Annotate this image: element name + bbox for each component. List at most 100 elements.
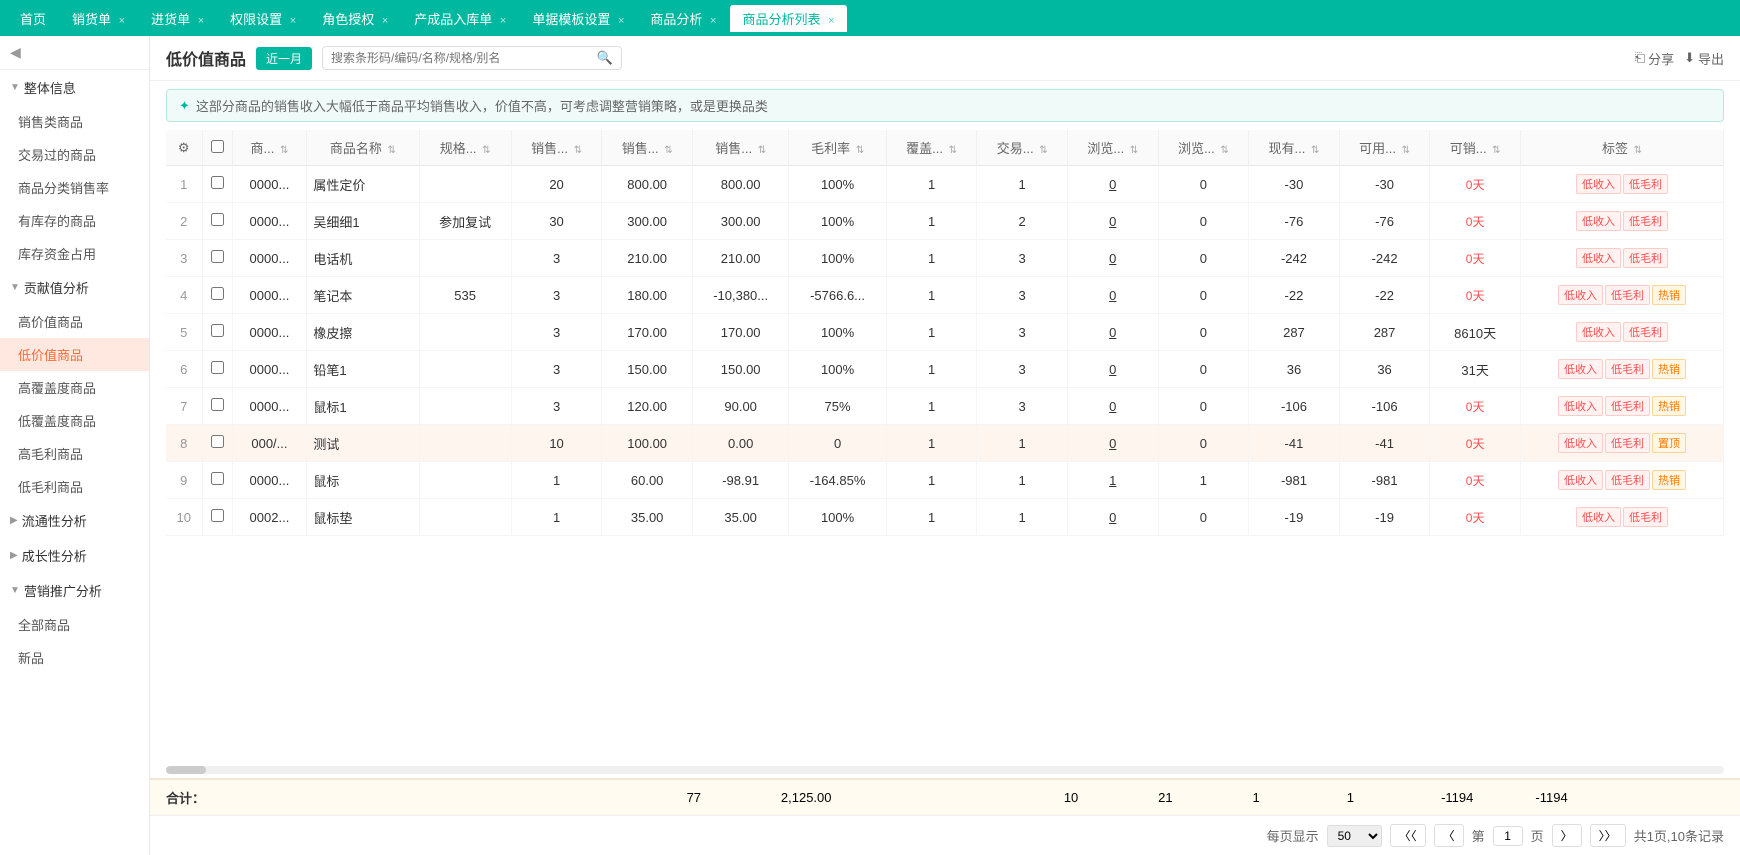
close-icon[interactable]: × — [618, 15, 624, 27]
nav-tab-analysis[interactable]: 商品分析 × — [638, 5, 728, 32]
sidebar-item-new-products[interactable]: 新品 — [0, 641, 149, 674]
nav-tab-permission[interactable]: 权限设置 × — [218, 5, 308, 32]
close-icon[interactable]: × — [119, 15, 125, 27]
sidebar-group-liquidity[interactable]: ▶ 流通性分析 — [0, 503, 149, 538]
sidebar-item-low-margin[interactable]: 低毛利商品 — [0, 470, 149, 503]
sidebar-item-low-coverage[interactable]: 低覆盖度商品 — [0, 404, 149, 437]
cell-name[interactable]: 吴细细1 — [307, 203, 419, 240]
col-tags[interactable]: 标签 ⇅ — [1520, 130, 1723, 166]
cell-views1[interactable]: 1 — [1067, 462, 1158, 499]
close-icon[interactable]: × — [198, 15, 204, 27]
cell-checkbox[interactable] — [202, 277, 232, 314]
col-name[interactable]: 商品名称 ⇅ — [307, 130, 419, 166]
views-link[interactable]: 0 — [1109, 251, 1116, 266]
sidebar-group-overall[interactable]: ▼ 整体信息 — [0, 70, 149, 105]
close-icon[interactable]: × — [382, 15, 388, 27]
sidebar-item-high-coverage[interactable]: 高覆盖度商品 — [0, 371, 149, 404]
select-all-checkbox[interactable] — [211, 140, 224, 153]
views-link[interactable]: 0 — [1109, 288, 1116, 303]
cell-name[interactable]: 电话机 — [307, 240, 419, 277]
cell-views1[interactable]: 0 — [1067, 277, 1158, 314]
cell-checkbox[interactable] — [202, 351, 232, 388]
col-spec[interactable]: 规格... ⇅ — [419, 130, 511, 166]
cell-checkbox[interactable] — [202, 499, 232, 536]
cell-checkbox[interactable] — [202, 314, 232, 351]
row-checkbox[interactable] — [211, 472, 224, 485]
horizontal-scrollbar[interactable] — [166, 766, 1724, 774]
cell-views1[interactable]: 0 — [1067, 314, 1158, 351]
cell-views1[interactable]: 0 — [1067, 388, 1158, 425]
row-checkbox[interactable] — [211, 176, 224, 189]
sidebar-group-contribution[interactable]: ▼ 贡献值分析 — [0, 270, 149, 305]
nav-tab-purchase[interactable]: 进货单 × — [139, 5, 216, 32]
views-link[interactable]: 1 — [1109, 473, 1116, 488]
sidebar-collapse-btn[interactable]: ◀ — [10, 44, 21, 61]
nav-tab-sales[interactable]: 销货单 × — [60, 5, 137, 32]
col-code[interactable]: 商... ⇅ — [232, 130, 307, 166]
scrollbar-thumb[interactable] — [166, 766, 206, 774]
cell-views1[interactable]: 0 — [1067, 499, 1158, 536]
nav-tab-home[interactable]: 首页 — [8, 5, 58, 32]
cell-checkbox[interactable] — [202, 166, 232, 203]
close-icon[interactable]: × — [828, 15, 834, 27]
col-settings[interactable]: ⚙ — [166, 130, 202, 166]
share-button[interactable]: ⎗ 分享 — [1635, 49, 1674, 68]
col-sales-qty[interactable]: 销售... ⇅ — [511, 130, 602, 166]
next-page-button[interactable]: 〉 — [1552, 824, 1582, 847]
cell-views1[interactable]: 0 — [1067, 351, 1158, 388]
last-page-button[interactable]: 〉〉 — [1590, 824, 1626, 847]
cell-name[interactable]: 笔记本 — [307, 277, 419, 314]
row-checkbox[interactable] — [211, 250, 224, 263]
col-margin-rate[interactable]: 毛利率 ⇅ — [789, 130, 886, 166]
search-icon[interactable]: 🔍 — [597, 50, 613, 66]
cell-name[interactable]: 鼠标垫 — [307, 499, 419, 536]
cell-views1[interactable]: 0 — [1067, 203, 1158, 240]
col-views2[interactable]: 浏览... ⇅ — [1158, 130, 1249, 166]
col-sellable[interactable]: 可销... ⇅ — [1430, 130, 1521, 166]
close-icon[interactable]: × — [290, 15, 296, 27]
sidebar-item-all-products[interactable]: 全部商品 — [0, 608, 149, 641]
sidebar-item-high-value[interactable]: 高价值商品 — [0, 305, 149, 338]
cell-name[interactable]: 鼠标 — [307, 462, 419, 499]
views-link[interactable]: 0 — [1109, 436, 1116, 451]
row-checkbox[interactable] — [211, 435, 224, 448]
prev-page-button[interactable]: 〈 — [1434, 824, 1464, 847]
col-views1[interactable]: 浏览... ⇅ — [1067, 130, 1158, 166]
col-trade[interactable]: 交易... ⇅ — [977, 130, 1068, 166]
sidebar-item-traded-products[interactable]: 交易过的商品 — [0, 138, 149, 171]
cell-checkbox[interactable] — [202, 240, 232, 277]
col-sales-amt[interactable]: 销售... ⇅ — [602, 130, 693, 166]
row-checkbox[interactable] — [211, 213, 224, 226]
col-sales-cost[interactable]: 销售... ⇅ — [692, 130, 788, 166]
first-page-button[interactable]: 〈〈 — [1390, 824, 1426, 847]
filter-button[interactable]: 近一月 — [256, 47, 312, 70]
cell-views1[interactable]: 0 — [1067, 166, 1158, 203]
nav-tab-role[interactable]: 角色授权 × — [310, 5, 400, 32]
views-link[interactable]: 0 — [1109, 177, 1116, 192]
nav-tab-template[interactable]: 单据模板设置 × — [520, 5, 636, 32]
cell-name[interactable]: 橡皮擦 — [307, 314, 419, 351]
close-icon[interactable]: × — [500, 15, 506, 27]
search-input[interactable] — [331, 51, 593, 65]
row-checkbox[interactable] — [211, 361, 224, 374]
cell-checkbox[interactable] — [202, 462, 232, 499]
row-checkbox[interactable] — [211, 509, 224, 522]
sidebar-item-category-sales-rate[interactable]: 商品分类销售率 — [0, 171, 149, 204]
col-current-stock[interactable]: 现有... ⇅ — [1249, 130, 1340, 166]
views-link[interactable]: 0 — [1109, 510, 1116, 525]
page-number-input[interactable] — [1493, 826, 1523, 846]
nav-tab-analysis-list[interactable]: 商品分析列表 × — [730, 5, 846, 32]
views-link[interactable]: 0 — [1109, 399, 1116, 414]
cell-checkbox[interactable] — [202, 388, 232, 425]
cell-name[interactable]: 测试 — [307, 425, 419, 462]
export-button[interactable]: ⬇ 导出 — [1684, 49, 1724, 68]
views-link[interactable]: 0 — [1109, 325, 1116, 340]
row-checkbox[interactable] — [211, 324, 224, 337]
close-icon[interactable]: × — [710, 15, 716, 27]
views-link[interactable]: 0 — [1109, 362, 1116, 377]
sidebar-item-low-value[interactable]: 低价值商品 — [0, 338, 149, 371]
col-available-stock[interactable]: 可用... ⇅ — [1339, 130, 1430, 166]
cell-name[interactable]: 鼠标1 — [307, 388, 419, 425]
cell-views1[interactable]: 0 — [1067, 240, 1158, 277]
nav-tab-product-stock[interactable]: 产成品入库单 × — [402, 5, 518, 32]
